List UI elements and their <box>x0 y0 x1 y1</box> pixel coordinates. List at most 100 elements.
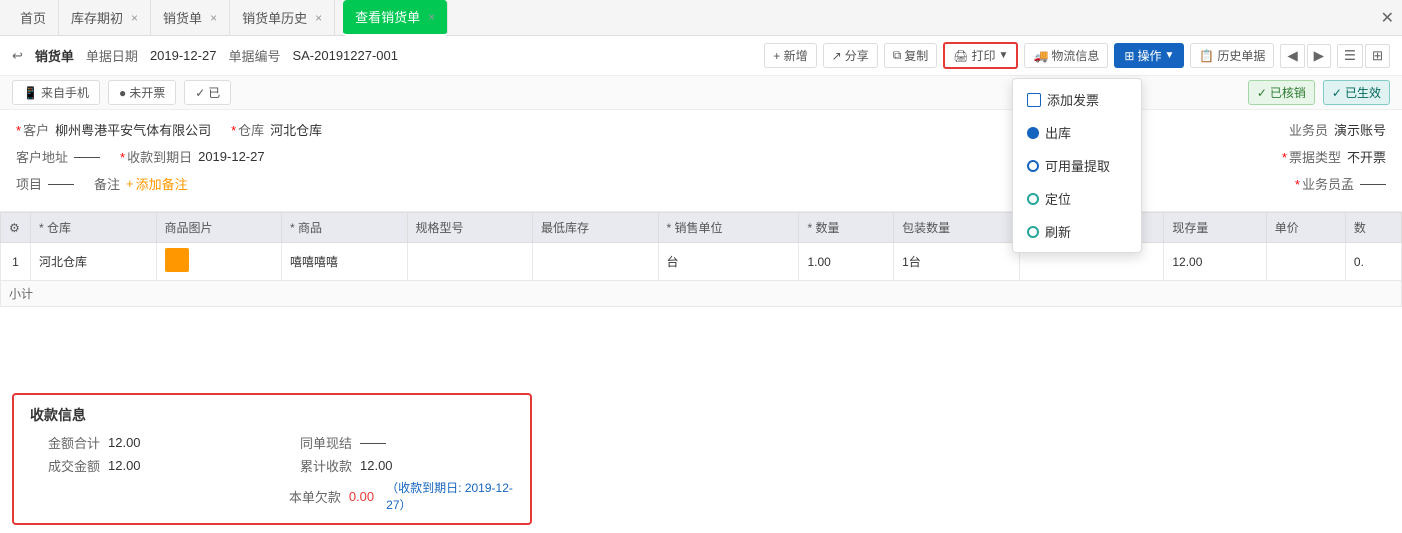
owed-value: 0.00 <box>349 489 374 504</box>
subtotal-label: 小计 <box>1 281 1402 307</box>
date-value: 2019-12-27 <box>150 48 217 63</box>
row-spec <box>407 243 533 281</box>
ticket-field: 票据类型 不开票 <box>1282 147 1386 166</box>
customer-field: 客户 柳州粤港平安气体有限公司 <box>16 120 211 139</box>
outbound-label: 出库 <box>1045 123 1071 142</box>
col-other: 数 <box>1345 213 1401 243</box>
tab-view-sales-close[interactable]: × <box>428 10 435 24</box>
row-num: 1 <box>1 243 31 281</box>
print-icon: 🖨 <box>953 49 968 63</box>
dropdown-add-invoice[interactable]: 添加发票 <box>1013 83 1141 116</box>
next-arrow[interactable]: ▶ <box>1307 44 1331 68</box>
row-stock: 12.00 <box>1164 243 1266 281</box>
row-unit: 台 <box>658 243 799 281</box>
add-note-label: 添加备注 <box>136 174 188 193</box>
tab-sales-history-close[interactable]: × <box>315 11 322 25</box>
tab-sales-order-close[interactable]: × <box>210 11 217 25</box>
logistics-icon: 🚚 <box>1033 49 1048 63</box>
amount-item: 金额合计 12.00 <box>30 433 262 452</box>
list-view-icon[interactable]: ☰ <box>1337 44 1363 68</box>
staff2-label: 业务员孟 <box>1295 174 1354 193</box>
print-button[interactable]: 🖨 打印 ▼ <box>943 42 1018 69</box>
same-order-label: 同单现结 <box>282 433 352 452</box>
ticket-value: 不开票 <box>1347 147 1386 166</box>
tab-view-sales[interactable]: 查看销货单 × <box>343 0 448 36</box>
confirm-button[interactable]: ✓ 已 <box>184 80 231 105</box>
tab-sales-order-label: 销货单 <box>163 8 202 27</box>
available-pick-icon <box>1027 160 1039 172</box>
tab-home-label: 首页 <box>20 8 46 27</box>
tab-inventory[interactable]: 库存期初 × <box>59 0 151 36</box>
col-spec: 规格型号 <box>407 213 533 243</box>
dropdown-locate[interactable]: 定位 <box>1013 182 1141 215</box>
cumulative-item: 累计收款 12.00 <box>282 456 514 475</box>
confirm-label: 已 <box>208 84 220 101</box>
no-value: SA-20191227-001 <box>292 48 398 63</box>
main-container: ↩ 销货单 单据日期 2019-12-27 单据编号 SA-20191227-0… <box>0 36 1402 533</box>
view-icons: ☰ ⊞ <box>1337 44 1390 68</box>
dropdown-outbound[interactable]: 出库 <box>1013 116 1141 149</box>
new-button[interactable]: + 新增 <box>764 43 816 68</box>
not-open-button[interactable]: ● 未开票 <box>108 80 176 105</box>
add-note-button[interactable]: + 添加备注 <box>126 174 188 193</box>
nav-arrows: ◀ ▶ <box>1280 44 1331 68</box>
row-pkg-qty: 1台 <box>894 243 1020 281</box>
due-date-field: 收款到期日 2019-12-27 <box>120 147 265 166</box>
available-pick-label: 可用量提取 <box>1045 156 1110 175</box>
share-icon: ↗ <box>832 49 842 63</box>
tab-sales-order[interactable]: 销货单 × <box>151 0 230 36</box>
tab-home[interactable]: 首页 <box>8 0 59 36</box>
cumulative-value: 12.00 <box>360 458 393 473</box>
gear-icon: ⚙ <box>9 221 20 235</box>
print-dropdown-icon: ▼ <box>999 50 1009 61</box>
logistics-button[interactable]: 🚚 物流信息 <box>1024 43 1108 68</box>
row-warehouse: 河北仓库 <box>31 243 157 281</box>
payment-title: 收款信息 <box>30 405 514 425</box>
dropdown-refresh[interactable]: 刷新 <box>1013 215 1141 248</box>
prev-arrow[interactable]: ◀ <box>1280 44 1304 68</box>
share-label: 分享 <box>845 47 869 64</box>
history-button[interactable]: 📋 历史单据 <box>1190 43 1274 68</box>
col-pkg-qty: 包装数量 <box>894 213 1020 243</box>
subtotal-row: 小计 <box>1 281 1402 307</box>
operation-icon: ⊞ <box>1124 49 1134 63</box>
row-qty: 1.00 <box>799 243 894 281</box>
share-button[interactable]: ↗ 分享 <box>823 43 878 68</box>
staff-field: 业务员 演示账号 <box>1289 120 1386 139</box>
tab-sales-history[interactable]: 销货单历史 × <box>230 0 335 36</box>
outbound-icon <box>1027 127 1039 139</box>
row-other: 0. <box>1345 243 1401 281</box>
deal-label: 成交金额 <box>30 456 100 475</box>
payment-section: 收款信息 金额合计 12.00 同单现结 —— 成交金额 12.00 累计收款 … <box>12 393 532 525</box>
window-close-btn[interactable]: ✕ <box>1381 8 1394 28</box>
warehouse-value: 河北仓库 <box>270 120 322 139</box>
add-invoice-label: 添加发票 <box>1047 90 1099 109</box>
cancelled-status: ✓ 已核销 <box>1248 80 1315 105</box>
address-value: —— <box>74 149 100 164</box>
doc-info: ↩ 销货单 单据日期 2019-12-27 单据编号 SA-20191227-0… <box>12 46 756 65</box>
operation-button[interactable]: ⊞ 操作 ▼ <box>1114 43 1184 68</box>
effective-status: ✓ 已生效 <box>1323 80 1390 105</box>
from-phone-button[interactable]: 📱 来自手机 <box>12 80 100 105</box>
staff2-value: —— <box>1360 176 1386 191</box>
action-row: 📱 来自手机 ● 未开票 ✓ 已 ✓ 已核销 ✓ 已生效 <box>0 76 1402 110</box>
amount-label: 金额合计 <box>30 433 100 452</box>
not-open-icon: ● <box>119 86 126 100</box>
owed-item: 本单欠款 0.00 （收款到期日: 2019-12-27） <box>282 479 514 513</box>
product-img <box>165 248 189 272</box>
copy-button[interactable]: ⧉ 复制 <box>884 43 938 68</box>
row-img <box>156 243 282 281</box>
refresh-label: 刷新 <box>1045 222 1071 241</box>
tab-inventory-label: 库存期初 <box>71 8 123 27</box>
tab-inventory-close[interactable]: × <box>131 11 138 25</box>
grid-view-icon[interactable]: ⊞ <box>1365 44 1390 68</box>
cancelled-label: 已核销 <box>1270 84 1306 101</box>
row-price <box>1266 243 1345 281</box>
dropdown-available-pick[interactable]: 可用量提取 <box>1013 149 1141 182</box>
amount-value: 12.00 <box>108 435 141 450</box>
toolbar: ↩ 销货单 单据日期 2019-12-27 单据编号 SA-20191227-0… <box>0 36 1402 76</box>
no-label: 单据编号 <box>228 46 280 65</box>
address-field: 客户地址 —— <box>16 147 100 166</box>
product-table: ⚙ * 仓库 商品图片 * 商品 规格型号 最低库存 * 销售单位 * 数量 包… <box>0 212 1402 307</box>
operation-label: 操作 <box>1137 47 1161 64</box>
